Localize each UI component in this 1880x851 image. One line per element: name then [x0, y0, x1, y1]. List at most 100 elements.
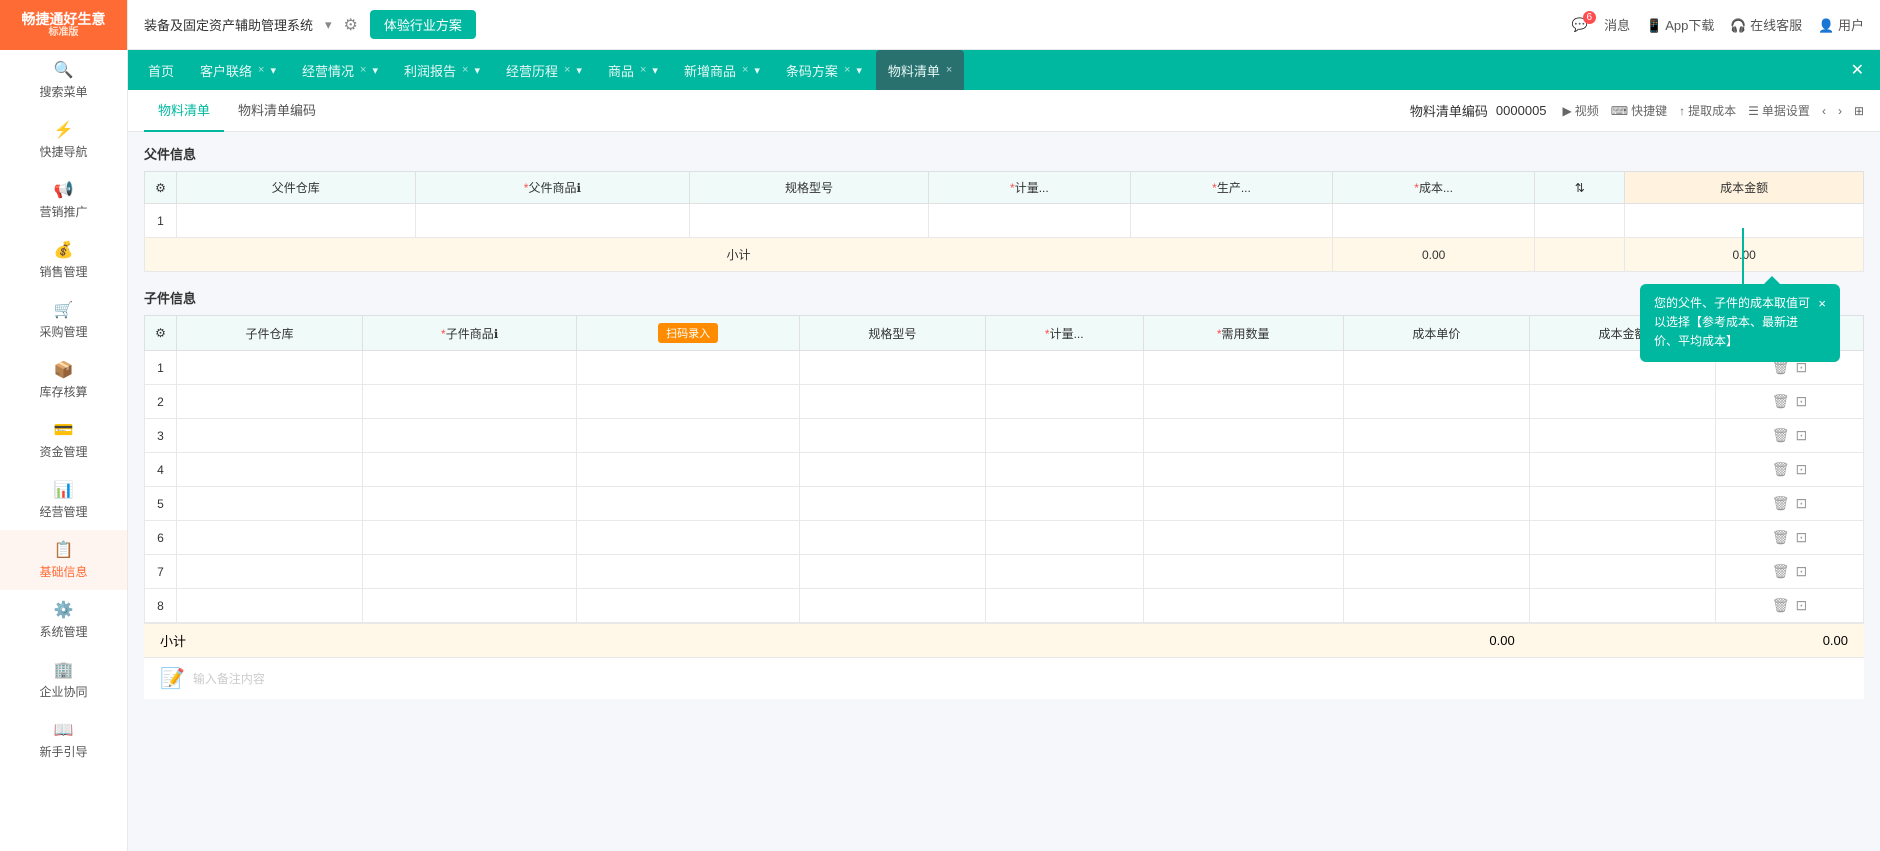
child-row-5-product[interactable] [363, 487, 577, 521]
close-goods-icon[interactable]: × [640, 64, 646, 76]
delete-row-2-icon[interactable]: 🗑 [1772, 393, 1790, 410]
child-row-1-scan[interactable] [577, 351, 800, 385]
child-row-2-spec[interactable] [799, 385, 985, 419]
child-row-4-product[interactable] [363, 453, 577, 487]
child-row-3-product[interactable] [363, 419, 577, 453]
messages-btn[interactable]: 💬 6 [1572, 17, 1588, 33]
app-download-btn[interactable]: 📱 App下载 [1646, 15, 1714, 34]
sidebar-item-guide[interactable]: 📖 新手引导 [0, 710, 127, 770]
close-barcode-icon[interactable]: × [844, 64, 850, 76]
child-row-2-warehouse[interactable] [177, 385, 363, 419]
sidebar-item-finance[interactable]: 💳 资金管理 [0, 410, 127, 470]
sidebar-item-operations[interactable]: 📊 经营管理 [0, 470, 127, 530]
child-row-5-unit-price[interactable] [1343, 487, 1529, 521]
scan-btn[interactable]: 扫码录入 [658, 323, 718, 343]
child-row-8-product[interactable] [363, 589, 577, 623]
tab-customer[interactable]: 客户联络×▾ [188, 50, 288, 90]
sub-nav-bom[interactable]: 物料清单 [144, 90, 224, 132]
child-row-6-product[interactable] [363, 521, 577, 555]
tab-history[interactable]: 经营历程×▾ [494, 50, 594, 90]
tab-new-goods[interactable]: 新增商品×▾ [672, 50, 772, 90]
child-row-2-product[interactable] [363, 385, 577, 419]
copy-row-5-icon[interactable]: ⊡ [1796, 495, 1808, 512]
sidebar-item-inventory[interactable]: 📦 库存核算 [0, 350, 127, 410]
nav-next-icon[interactable]: › [1838, 104, 1842, 118]
copy-row-4-icon[interactable]: ⊡ [1796, 461, 1808, 478]
child-row-8-spec[interactable] [799, 589, 985, 623]
sidebar-item-search[interactable]: 🔍 搜索菜单 [0, 50, 127, 110]
child-row-1-unit[interactable] [985, 351, 1143, 385]
child-row-2-unit[interactable] [985, 385, 1143, 419]
child-row-2-scan[interactable] [577, 385, 800, 419]
sidebar-item-sales[interactable]: 💰 销售管理 [0, 230, 127, 290]
child-row-5-scan[interactable] [577, 487, 800, 521]
sidebar-item-enterprise[interactable]: 🏢 企业协同 [0, 650, 127, 710]
tab-goods[interactable]: 商品×▾ [596, 50, 670, 90]
child-row-8-scan[interactable] [577, 589, 800, 623]
delete-row-8-icon[interactable]: 🗑 [1772, 597, 1790, 614]
child-row-4-unit[interactable] [985, 453, 1143, 487]
close-new-goods-icon[interactable]: × [742, 64, 748, 76]
child-row-2-qty[interactable] [1143, 385, 1343, 419]
tab-barcode[interactable]: 条码方案×▾ [774, 50, 874, 90]
child-row-2-unit-price[interactable] [1343, 385, 1529, 419]
extract-cost-btn[interactable]: ↑ 提取成本 [1679, 102, 1736, 119]
child-row-7-scan[interactable] [577, 555, 800, 589]
child-row-4-spec[interactable] [799, 453, 985, 487]
dropdown-arrow-icon[interactable]: ▾ [325, 17, 332, 33]
child-row-5-spec[interactable] [799, 487, 985, 521]
child-row-3-scan[interactable] [577, 419, 800, 453]
grid-view-icon[interactable]: ⊞ [1854, 104, 1864, 118]
child-row-1-unit-price[interactable] [1343, 351, 1529, 385]
child-row-4-warehouse[interactable] [177, 453, 363, 487]
online-service-btn[interactable]: 🎧 在线客服 [1730, 15, 1802, 34]
parent-row-1-warehouse[interactable] [177, 204, 416, 238]
child-row-6-unit-price[interactable] [1343, 521, 1529, 555]
delete-row-5-icon[interactable]: 🗑 [1772, 495, 1790, 512]
child-row-7-spec[interactable] [799, 555, 985, 589]
parent-row-1-cost[interactable] [1333, 204, 1535, 238]
child-row-5-qty[interactable] [1143, 487, 1343, 521]
sidebar-item-basic-info[interactable]: 📋 基础信息 [0, 530, 127, 590]
close-customer-icon[interactable]: × [258, 64, 264, 76]
tab-home[interactable]: 首页 [136, 50, 186, 90]
child-row-8-qty[interactable] [1143, 589, 1343, 623]
delete-row-6-icon[interactable]: 🗑 [1772, 529, 1790, 546]
delete-row-4-icon[interactable]: 🗑 [1772, 461, 1790, 478]
sidebar-item-purchase[interactable]: 🛒 采购管理 [0, 290, 127, 350]
child-row-3-spec[interactable] [799, 419, 985, 453]
child-row-6-unit[interactable] [985, 521, 1143, 555]
close-profit-icon[interactable]: × [462, 64, 468, 76]
close-bom-icon[interactable]: × [946, 64, 952, 76]
child-row-7-product[interactable] [363, 555, 577, 589]
child-row-3-unit[interactable] [985, 419, 1143, 453]
child-row-7-qty[interactable] [1143, 555, 1343, 589]
parent-row-1-spec[interactable] [690, 204, 929, 238]
sidebar-item-quick-nav[interactable]: ⚡ 快捷导航 [0, 110, 127, 170]
child-row-1-spec[interactable] [799, 351, 985, 385]
child-row-6-scan[interactable] [577, 521, 800, 555]
child-row-8-unit[interactable] [985, 589, 1143, 623]
child-row-7-unit-price[interactable] [1343, 555, 1529, 589]
child-row-3-qty[interactable] [1143, 419, 1343, 453]
child-row-4-scan[interactable] [577, 453, 800, 487]
child-row-6-qty[interactable] [1143, 521, 1343, 555]
child-row-8-unit-price[interactable] [1343, 589, 1529, 623]
delete-row-3-icon[interactable]: 🗑 [1772, 427, 1790, 444]
experience-btn[interactable]: 体验行业方案 [370, 10, 476, 39]
tab-profit[interactable]: 利润报告×▾ [392, 50, 492, 90]
delete-row-7-icon[interactable]: 🗑 [1772, 563, 1790, 580]
child-row-5-unit[interactable] [985, 487, 1143, 521]
user-avatar[interactable]: 👤 用户 [1818, 15, 1864, 34]
child-row-4-unit-price[interactable] [1343, 453, 1529, 487]
add-note-icon[interactable]: 📝 [160, 666, 185, 691]
copy-row-6-icon[interactable]: ⊡ [1796, 529, 1808, 546]
copy-row-2-icon[interactable]: ⊡ [1796, 393, 1808, 410]
tooltip-close-btn[interactable]: × [1818, 294, 1826, 315]
view-btn[interactable]: ▶ 视频 [1563, 102, 1599, 119]
parent-row-1-product[interactable] [415, 204, 690, 238]
tab-operations[interactable]: 经营情况×▾ [290, 50, 390, 90]
messages-label[interactable]: 消息 [1604, 15, 1630, 34]
child-row-7-unit[interactable] [985, 555, 1143, 589]
child-row-7-warehouse[interactable] [177, 555, 363, 589]
